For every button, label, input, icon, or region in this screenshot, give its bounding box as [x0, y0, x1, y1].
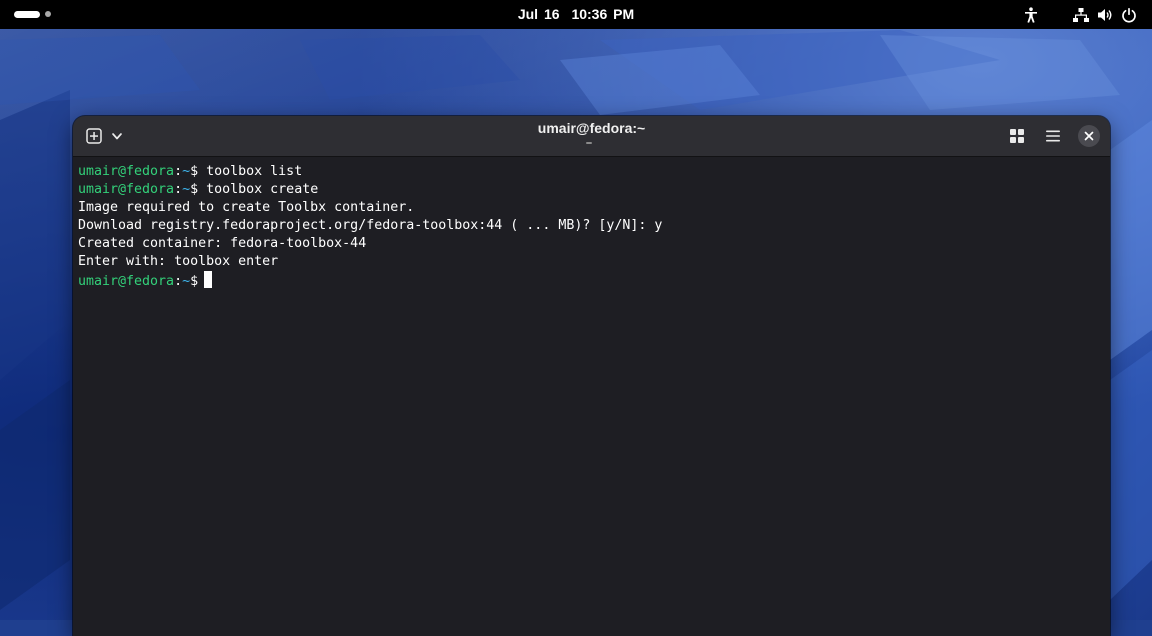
time-label: 10:36 PM [571, 6, 635, 22]
terminal-window[interactable]: umair@fedora:~ umair@fedora:~$ toolbox l [73, 116, 1110, 636]
network-icon[interactable] [1072, 6, 1090, 24]
prompt-separator: : [174, 274, 183, 289]
close-icon [1084, 131, 1094, 141]
prompt-user: umair@fedora [78, 274, 175, 289]
close-window-button[interactable] [1078, 125, 1100, 147]
prompt-symbol: $ [190, 274, 199, 289]
prompt-path: ~ [182, 182, 191, 197]
window-header-bar[interactable]: umair@fedora:~ [73, 116, 1110, 157]
command-text: toolbox list [198, 164, 303, 179]
date-label: Jul 16 [517, 6, 560, 22]
terminal-output[interactable]: umair@fedora:~$ toolbox list umair@fedor… [73, 157, 1110, 636]
power-icon[interactable] [1120, 6, 1138, 24]
title-indicator [586, 142, 592, 144]
grid-icon [1010, 129, 1024, 143]
output-line: Created container: fedora-toolbox-44 [78, 236, 367, 251]
prompt-separator: : [174, 164, 183, 179]
hamburger-menu-icon [1046, 130, 1060, 142]
prompt-user: umair@fedora [78, 182, 175, 197]
output-line: Enter with: toolbox enter [78, 254, 279, 269]
prompt-symbol: $ [190, 164, 199, 179]
prompt-separator: : [174, 182, 183, 197]
prompt-path: ~ [182, 274, 191, 289]
system-tray[interactable] [1022, 6, 1138, 24]
volume-icon[interactable] [1096, 6, 1114, 24]
date-time-button[interactable]: Jul 16 10:36 PM [0, 0, 1152, 29]
prompt-path: ~ [182, 164, 191, 179]
tab-overview-button[interactable] [1005, 123, 1029, 149]
command-text: toolbox create [198, 182, 319, 197]
prompt-symbol: $ [190, 182, 199, 197]
window-title: umair@fedora:~ [537, 120, 646, 136]
terminal-line: umair@fedora:~$ [78, 271, 213, 289]
text-cursor [204, 271, 213, 288]
output-line: Image required to create Toolbx containe… [78, 200, 415, 215]
terminal-line: umair@fedora:~$ toolbox create [78, 181, 318, 199]
output-line: Download registry.fedoraproject.org/fedo… [78, 218, 663, 233]
main-menu-button[interactable] [1041, 123, 1065, 149]
prompt-user: umair@fedora [78, 164, 175, 179]
terminal-line: umair@fedora:~$ toolbox list [78, 163, 302, 181]
accessibility-icon[interactable] [1022, 6, 1040, 24]
top-bar: Jul 16 10:36 PM [0, 0, 1152, 29]
